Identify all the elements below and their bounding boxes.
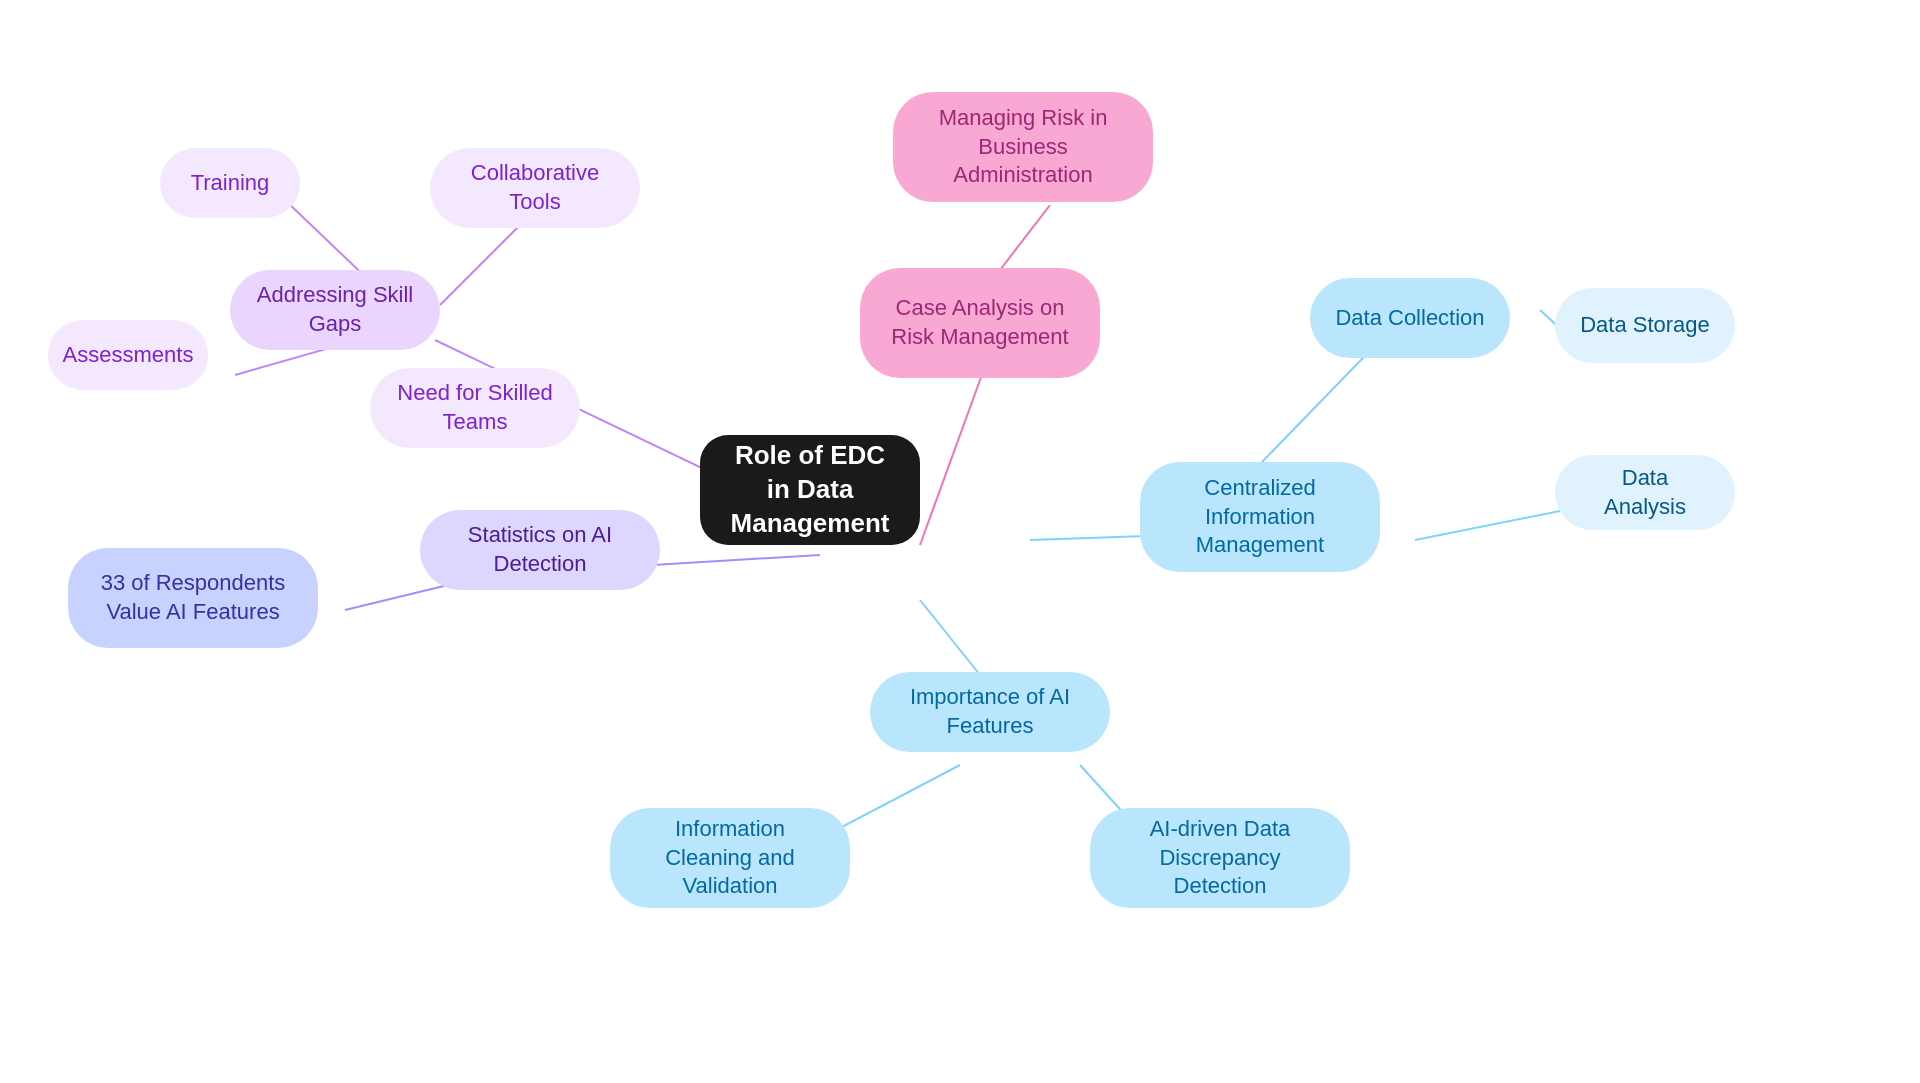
respondents-node[interactable]: 33 of Respondents Value AI Features bbox=[68, 548, 318, 648]
assessments-node[interactable]: Assessments bbox=[48, 320, 208, 390]
data-analysis-node[interactable]: Data Analysis bbox=[1555, 455, 1735, 530]
training-node[interactable]: Training bbox=[160, 148, 300, 218]
need-skilled-teams-node[interactable]: Need for Skilled Teams bbox=[370, 368, 580, 448]
ai-driven-node[interactable]: AI-driven Data Discrepancy Detection bbox=[1090, 808, 1350, 908]
info-cleaning-node[interactable]: Information Cleaning and Validation bbox=[610, 808, 850, 908]
addressing-skill-gaps-node[interactable]: Addressing Skill Gaps bbox=[230, 270, 440, 350]
case-analysis-node[interactable]: Case Analysis on Risk Management bbox=[860, 268, 1100, 378]
importance-ai-node[interactable]: Importance of AI Features bbox=[870, 672, 1110, 752]
center-node[interactable]: Role of EDC in Data Management bbox=[700, 435, 920, 545]
statistics-ai-node[interactable]: Statistics on AI Detection bbox=[420, 510, 660, 590]
collaborative-tools-node[interactable]: Collaborative Tools bbox=[430, 148, 640, 228]
svg-line-1 bbox=[1000, 205, 1050, 270]
svg-line-12 bbox=[1415, 507, 1580, 540]
centralized-info-node[interactable]: Centralized Information Management bbox=[1140, 462, 1380, 572]
data-storage-node[interactable]: Data Storage bbox=[1555, 288, 1735, 363]
data-collection-node[interactable]: Data Collection bbox=[1310, 278, 1510, 358]
managing-risk-node[interactable]: Managing Risk in Business Administration bbox=[893, 92, 1153, 202]
mindmap-canvas: Role of EDC in Data Management Managing … bbox=[0, 0, 1920, 1083]
